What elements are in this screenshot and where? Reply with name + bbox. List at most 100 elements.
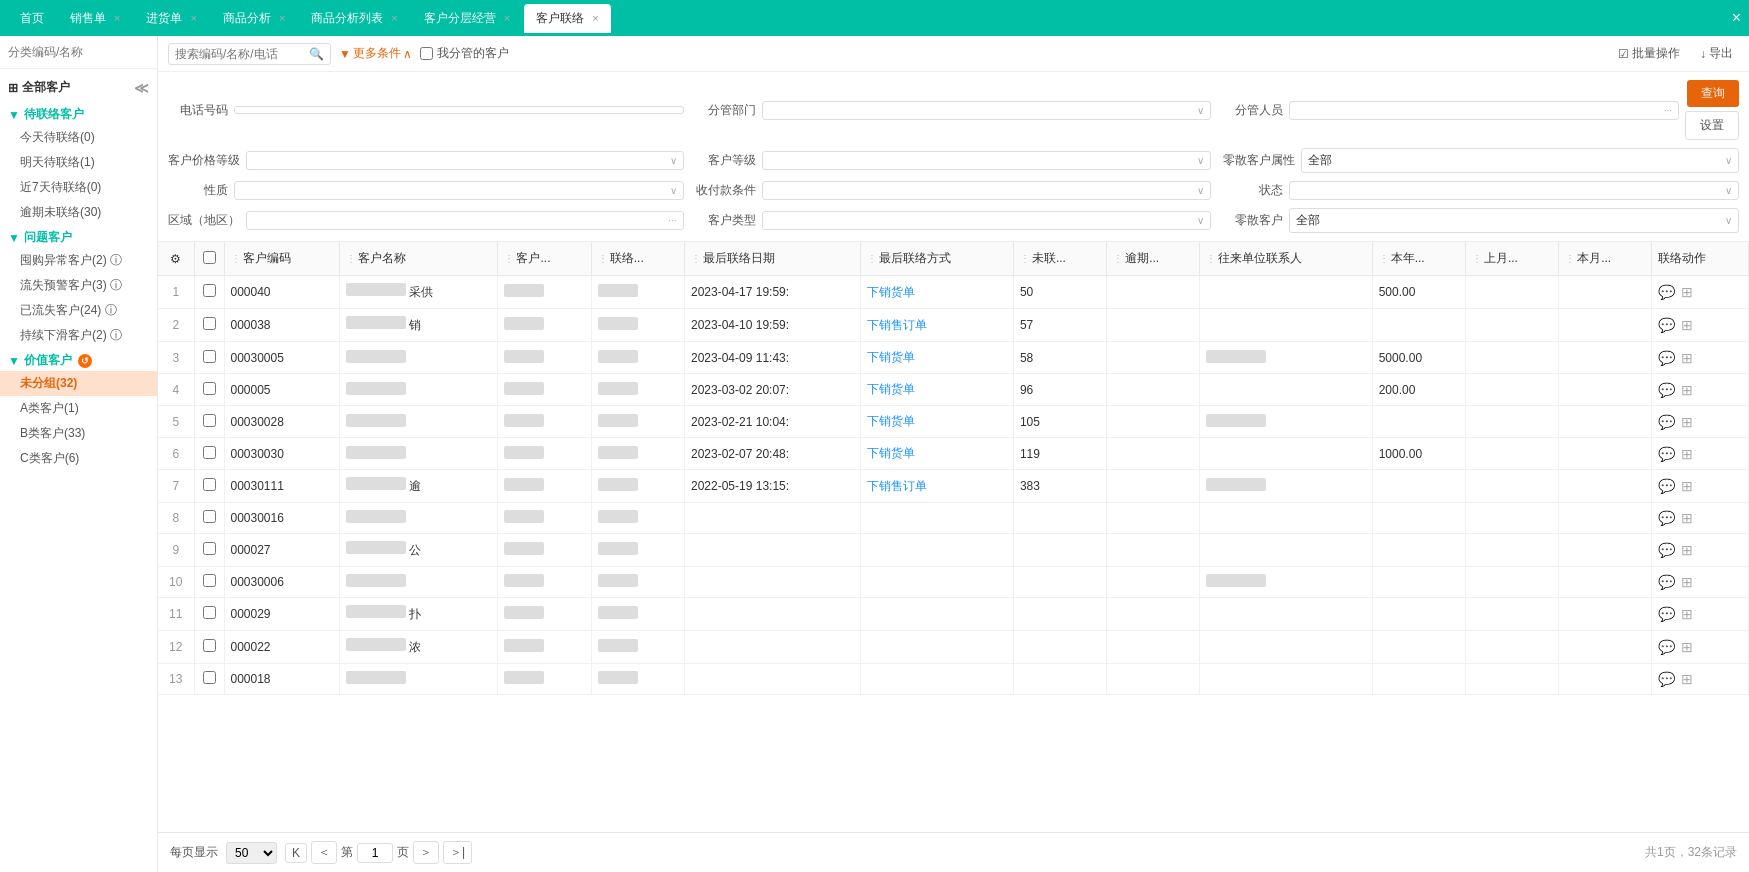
grid-action-icon[interactable]: ⊞ bbox=[1681, 478, 1693, 494]
tab-goods-analysis-list-close[interactable]: × bbox=[391, 12, 397, 24]
tab-goods-analysis-close[interactable]: × bbox=[279, 12, 285, 24]
col-code[interactable]: ⋮客户编码 bbox=[224, 242, 339, 276]
first-page-button[interactable]: K bbox=[285, 843, 307, 863]
my-customers-toggle[interactable]: 我分管的客户 bbox=[420, 45, 509, 62]
row-checkbox[interactable] bbox=[194, 503, 224, 534]
contact-icon[interactable]: 💬 bbox=[1658, 317, 1675, 333]
grid-action-icon[interactable]: ⊞ bbox=[1681, 542, 1693, 558]
col-name[interactable]: ⋮客户名称 bbox=[339, 242, 498, 276]
window-close-button[interactable]: × bbox=[1732, 9, 1741, 27]
tab-purchase-close[interactable]: × bbox=[190, 12, 196, 24]
reset-button[interactable]: 设置 bbox=[1685, 111, 1739, 140]
sidebar-item-class-c[interactable]: C类客户(6) bbox=[0, 446, 157, 471]
tab-purchase[interactable]: 进货单 × bbox=[134, 4, 208, 33]
grid-action-icon[interactable]: ⊞ bbox=[1681, 414, 1693, 430]
grid-action-icon[interactable]: ⊞ bbox=[1681, 317, 1693, 333]
gender-input[interactable]: ∨ bbox=[234, 181, 684, 200]
grid-action-icon[interactable]: ⊞ bbox=[1681, 574, 1693, 590]
col-last-month[interactable]: ⋮上月... bbox=[1465, 242, 1558, 276]
section-problem-customers[interactable]: ▼ 问题客户 bbox=[0, 225, 157, 248]
contact-icon[interactable]: 💬 bbox=[1658, 414, 1675, 430]
main-search-icon[interactable]: 🔍 bbox=[309, 47, 324, 61]
staff-input[interactable]: ··· bbox=[1289, 101, 1679, 120]
sidebar-search-input[interactable] bbox=[8, 45, 158, 59]
customer-level-input[interactable]: ∨ bbox=[762, 151, 1212, 170]
export-button[interactable]: ↓ 导出 bbox=[1694, 42, 1739, 65]
grid-action-icon[interactable]: ⊞ bbox=[1681, 510, 1693, 526]
page-size-select[interactable]: 50 100 200 bbox=[226, 842, 277, 864]
tab-home[interactable]: 首页 bbox=[8, 4, 56, 33]
last-page-button[interactable]: ＞| bbox=[443, 841, 472, 864]
row-checkbox[interactable] bbox=[194, 342, 224, 374]
next-page-button[interactable]: ＞ bbox=[413, 841, 439, 864]
col-this-month[interactable]: ⋮本月... bbox=[1559, 242, 1652, 276]
grid-action-icon[interactable]: ⊞ bbox=[1681, 639, 1693, 655]
contact-icon[interactable]: 💬 bbox=[1658, 382, 1675, 398]
sidebar-item-overdue-contact[interactable]: 逾期未联络(30) bbox=[0, 200, 157, 225]
contact-icon[interactable]: 💬 bbox=[1658, 510, 1675, 526]
col-this-year[interactable]: ⋮本年... bbox=[1372, 242, 1465, 276]
page-number-input[interactable] bbox=[357, 843, 393, 863]
sidebar-item-ungrouped[interactable]: 未分组(32) bbox=[0, 371, 157, 396]
col-overdue[interactable]: ⋮逾期... bbox=[1107, 242, 1200, 276]
zero-attr-input[interactable]: 全部 ∨ bbox=[1301, 148, 1739, 173]
col-last-date[interactable]: ⋮最后联络日期 bbox=[685, 242, 861, 276]
price-level-input[interactable]: ∨ bbox=[246, 151, 684, 170]
grid-action-icon[interactable]: ⊞ bbox=[1681, 446, 1693, 462]
sidebar-item-today-pending[interactable]: 今天待联络(0) bbox=[0, 125, 157, 150]
phone-input[interactable] bbox=[234, 106, 684, 114]
payment-input[interactable]: ∨ bbox=[762, 181, 1212, 200]
contact-icon[interactable]: 💬 bbox=[1658, 574, 1675, 590]
contact-icon[interactable]: 💬 bbox=[1658, 350, 1675, 366]
row-checkbox[interactable] bbox=[194, 534, 224, 567]
tab-goods-analysis-list[interactable]: 商品分析列表 × bbox=[299, 4, 409, 33]
row-checkbox[interactable] bbox=[194, 309, 224, 342]
sidebar-item-class-b[interactable]: B类客户(33) bbox=[0, 421, 157, 446]
sidebar-item-churned[interactable]: 已流失客户(24) ⓘ bbox=[0, 298, 157, 323]
tab-customer-contact-close[interactable]: × bbox=[592, 12, 598, 24]
contact-icon[interactable]: 💬 bbox=[1658, 606, 1675, 622]
sidebar-item-tomorrow-pending[interactable]: 明天待联络(1) bbox=[0, 150, 157, 175]
contact-icon[interactable]: 💬 bbox=[1658, 478, 1675, 494]
section-value-customers[interactable]: ▼ 价值客户 ↺ bbox=[0, 348, 157, 371]
col-settings[interactable]: ⚙ bbox=[158, 242, 194, 276]
row-checkbox[interactable] bbox=[194, 631, 224, 664]
customer-type-input[interactable]: ∨ bbox=[762, 211, 1212, 230]
row-checkbox[interactable] bbox=[194, 664, 224, 695]
contact-icon[interactable]: 💬 bbox=[1658, 639, 1675, 655]
row-checkbox[interactable] bbox=[194, 470, 224, 503]
col-type[interactable]: ⋮客户... bbox=[498, 242, 591, 276]
section-pending-contact[interactable]: ▼ 待联络客户 bbox=[0, 102, 157, 125]
status-input[interactable]: ∨ bbox=[1289, 181, 1739, 200]
contact-icon[interactable]: 💬 bbox=[1658, 671, 1675, 687]
my-customers-checkbox[interactable] bbox=[420, 47, 433, 60]
tab-customer-contact[interactable]: 客户联络 × bbox=[524, 4, 610, 33]
col-uncontact[interactable]: ⋮未联... bbox=[1013, 242, 1106, 276]
tab-customer-layer[interactable]: 客户分层经营 × bbox=[412, 4, 522, 33]
grid-action-icon[interactable]: ⊞ bbox=[1681, 350, 1693, 366]
grid-action-icon[interactable]: ⊞ bbox=[1681, 284, 1693, 300]
row-checkbox[interactable] bbox=[194, 276, 224, 309]
sidebar-root-all-customers[interactable]: ⊞ 全部客户 ≪ bbox=[0, 73, 157, 102]
col-last-type[interactable]: ⋮最后联络方式 bbox=[860, 242, 1013, 276]
col-checkbox[interactable] bbox=[194, 242, 224, 276]
sidebar-item-hoarding-abnormal[interactable]: 囤购异常客户(2) ⓘ bbox=[0, 248, 157, 273]
row-checkbox[interactable] bbox=[194, 406, 224, 438]
grid-action-icon[interactable]: ⊞ bbox=[1681, 671, 1693, 687]
row-checkbox[interactable] bbox=[194, 438, 224, 470]
tab-sales[interactable]: 销售单 × bbox=[58, 4, 132, 33]
row-checkbox[interactable] bbox=[194, 598, 224, 631]
col-contact[interactable]: ⋮联络... bbox=[591, 242, 684, 276]
sidebar-item-class-a[interactable]: A类客户(1) bbox=[0, 396, 157, 421]
tab-customer-layer-close[interactable]: × bbox=[504, 12, 510, 24]
main-search-input[interactable] bbox=[175, 47, 305, 61]
search-button[interactable]: 查询 bbox=[1687, 80, 1739, 107]
sidebar-item-churn-warning[interactable]: 流失预警客户(3) ⓘ bbox=[0, 273, 157, 298]
contact-icon[interactable]: 💬 bbox=[1658, 446, 1675, 462]
tab-goods-analysis[interactable]: 商品分析 × bbox=[211, 4, 297, 33]
select-all-checkbox[interactable] bbox=[203, 251, 216, 264]
row-checkbox[interactable] bbox=[194, 567, 224, 598]
dept-input[interactable]: ∨ bbox=[762, 101, 1212, 120]
more-conditions-button[interactable]: ▼ 更多条件 ∧ bbox=[339, 45, 412, 62]
contact-icon[interactable]: 💬 bbox=[1658, 542, 1675, 558]
